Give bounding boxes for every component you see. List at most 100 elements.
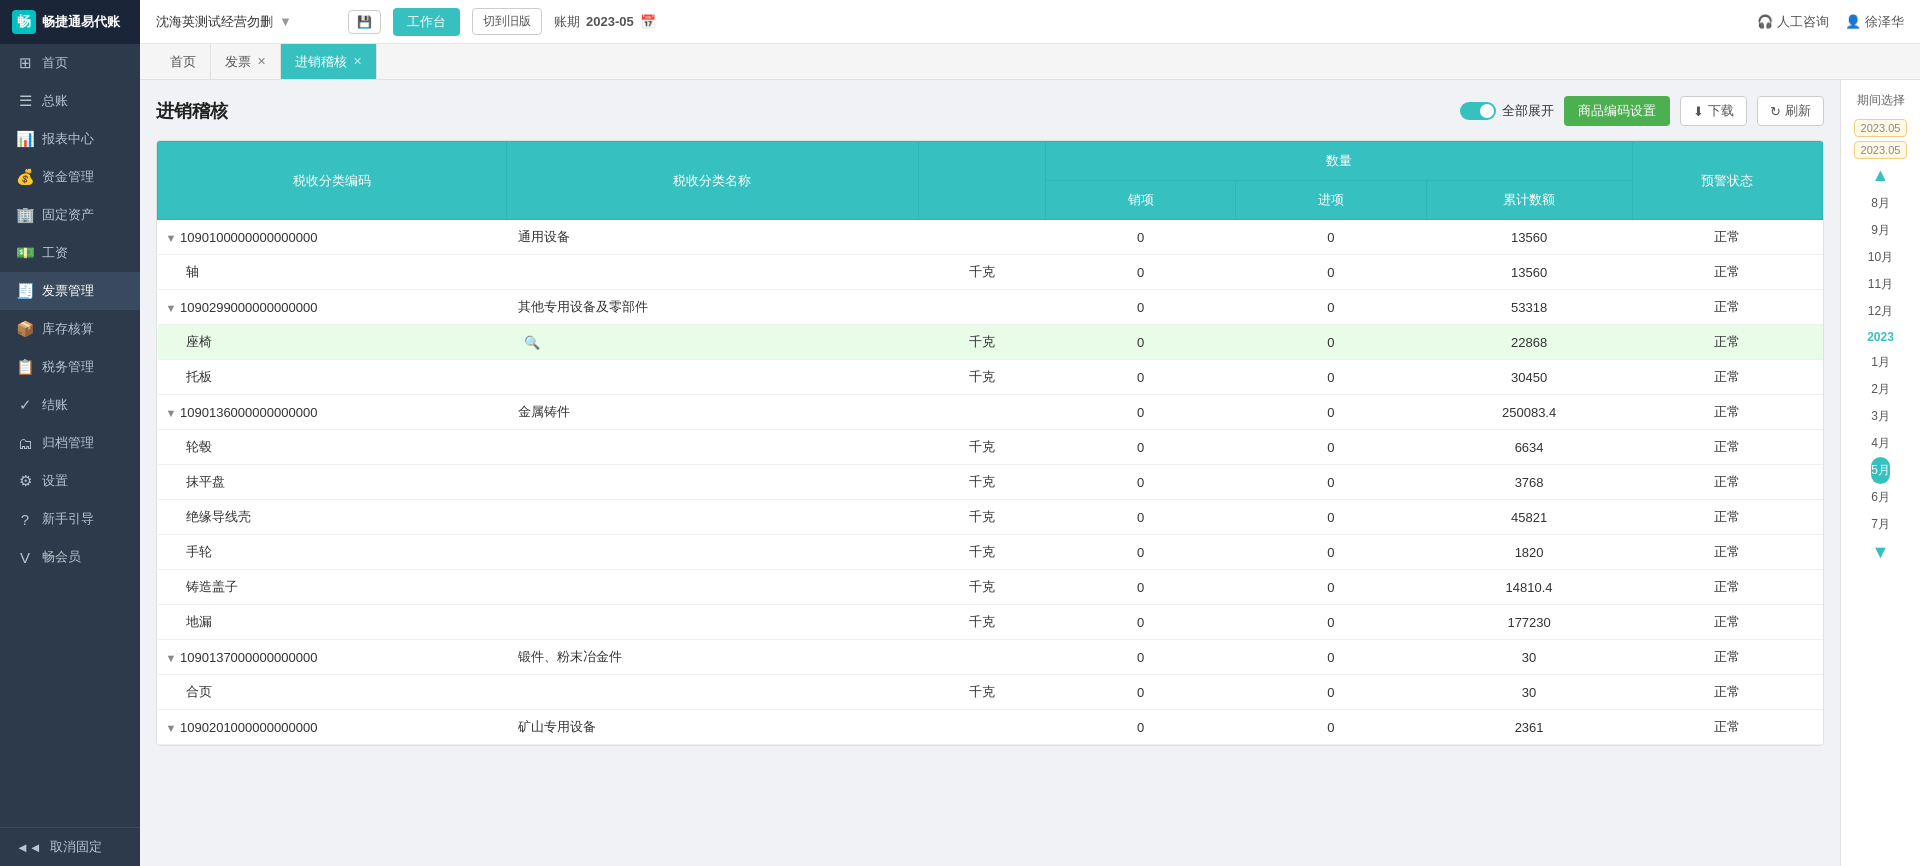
table-row[interactable]: 抹平盘 千克 0 0 3768 正常 xyxy=(158,465,1823,500)
refresh-button[interactable]: ↻ 刷新 xyxy=(1757,96,1824,126)
col-sales: 销项 xyxy=(1045,181,1235,220)
tab-reconcile-close[interactable]: ✕ xyxy=(353,55,362,68)
row-unit xyxy=(919,710,1046,745)
sidebar-item-stock[interactable]: 📦 库存核算 xyxy=(0,310,140,348)
tab-invoice-close[interactable]: ✕ xyxy=(257,55,266,68)
table-row[interactable]: 绝缘导线壳 千克 0 0 45821 正常 xyxy=(158,500,1823,535)
sidebar-item-home[interactable]: ⊞ 首页 xyxy=(0,44,140,82)
sidebar-item-ledger[interactable]: ☰ 总账 xyxy=(0,82,140,120)
sidebar-item-capital[interactable]: 💰 资金管理 xyxy=(0,158,140,196)
period-sidebar: 期间选择 2023.05 2023.05 ▲ 8月9月10月11月12月2023… xyxy=(1840,80,1920,866)
table-row[interactable]: 手轮 千克 0 0 1820 正常 xyxy=(158,535,1823,570)
sidebar-label-settle: 结账 xyxy=(42,396,68,414)
table-row[interactable]: 轴 千克 0 0 13560 正常 xyxy=(158,255,1823,290)
tab-invoice[interactable]: 发票 ✕ xyxy=(211,44,281,79)
row-unit: 千克 xyxy=(919,535,1046,570)
sidebar-label-tax: 税务管理 xyxy=(42,358,94,376)
table-row[interactable]: 托板 千克 0 0 30450 正常 xyxy=(158,360,1823,395)
sidebar: 畅 畅捷通易代账 ⊞ 首页 ☰ 总账 📊 报表中心 💰 资金管理 🏢 固定资产 … xyxy=(0,0,140,866)
sidebar-item-settle[interactable]: ✓ 结账 xyxy=(0,386,140,424)
period-selected-start[interactable]: 2023.05 xyxy=(1854,119,1908,137)
row-tax-name xyxy=(506,500,918,535)
logo-icon: 畅 xyxy=(12,10,36,34)
period-month-item[interactable]: 1月 xyxy=(1863,349,1898,376)
period-up-nav[interactable]: ▲ xyxy=(1868,161,1894,190)
sidebar-item-invoice[interactable]: 🧾 发票管理 xyxy=(0,272,140,310)
row-sales: 0 xyxy=(1045,465,1235,500)
period-display: 账期 2023-05 📅 xyxy=(554,13,656,31)
user-menu[interactable]: 👤 徐泽华 xyxy=(1845,13,1904,31)
unpin-label: 取消固定 xyxy=(50,838,102,856)
save-button[interactable]: 💾 xyxy=(348,10,381,34)
stock-icon: 📦 xyxy=(16,320,34,338)
period-month-item[interactable]: 5月 xyxy=(1871,457,1890,484)
sidebar-item-member[interactable]: V 畅会员 xyxy=(0,538,140,576)
period-month-item[interactable]: 12月 xyxy=(1863,298,1898,325)
tab-home[interactable]: 首页 xyxy=(156,44,211,79)
table-row[interactable]: ▼ 1090299000000000000 其他专用设备及零部件 0 0 533… xyxy=(158,290,1823,325)
table-row[interactable]: ▼ 1090137000000000000 锻件、粉末冶金件 0 0 30 正常 xyxy=(158,640,1823,675)
period-month-item[interactable]: 6月 xyxy=(1863,484,1898,511)
sidebar-label-ledger: 总账 xyxy=(42,92,68,110)
sidebar-unpin[interactable]: ◄◄ 取消固定 xyxy=(0,827,140,866)
company-selector[interactable]: 沈海英测试经营勿删 ▼ xyxy=(156,13,336,31)
row-name: 托板 xyxy=(158,360,507,395)
service-button[interactable]: 🎧 人工咨询 xyxy=(1757,13,1829,31)
expand-toggle[interactable] xyxy=(1460,102,1496,120)
product-code-button[interactable]: 商品编码设置 xyxy=(1564,96,1670,126)
sidebar-item-guide[interactable]: ? 新手引导 xyxy=(0,500,140,538)
period-selected-end[interactable]: 2023.05 xyxy=(1854,141,1908,159)
table-row[interactable]: ▼ 1090100000000000000 通用设备 0 0 13560 正常 xyxy=(158,220,1823,255)
row-total: 13560 xyxy=(1426,220,1632,255)
sidebar-label-invoice: 发票管理 xyxy=(42,282,94,300)
expand-toggle-wrapper: 全部展开 xyxy=(1460,102,1554,120)
period-value: 2023-05 xyxy=(586,14,634,29)
sidebar-item-report[interactable]: 📊 报表中心 xyxy=(0,120,140,158)
period-month-item[interactable]: 9月 xyxy=(1863,217,1898,244)
row-purchase: 0 xyxy=(1236,430,1426,465)
row-name: 轴 xyxy=(158,255,507,290)
table-row[interactable]: 轮毂 千克 0 0 6634 正常 xyxy=(158,430,1823,465)
row-status: 正常 xyxy=(1632,395,1822,430)
user-name: 徐泽华 xyxy=(1865,13,1904,31)
row-status: 正常 xyxy=(1632,430,1822,465)
period-month-item[interactable]: 7月 xyxy=(1863,511,1898,538)
table-row[interactable]: ▼ 1090136000000000000 金属铸件 0 0 250083.4 … xyxy=(158,395,1823,430)
period-month-item[interactable]: 11月 xyxy=(1863,271,1898,298)
table-row[interactable]: 合页 千克 0 0 30 正常 xyxy=(158,675,1823,710)
tab-reconcile-label: 进销稽核 xyxy=(295,53,347,71)
sidebar-item-archive[interactable]: 🗂 归档管理 xyxy=(0,424,140,462)
table-row[interactable]: 铸造盖子 千克 0 0 14810.4 正常 xyxy=(158,570,1823,605)
pin-icon: ◄◄ xyxy=(16,840,42,855)
sidebar-item-fixed[interactable]: 🏢 固定资产 xyxy=(0,196,140,234)
period-down-nav[interactable]: ▼ xyxy=(1868,538,1894,567)
tab-reconcile[interactable]: 进销稽核 ✕ xyxy=(281,44,377,79)
sidebar-item-settings[interactable]: ⚙ 设置 xyxy=(0,462,140,500)
period-month-item[interactable]: 4月 xyxy=(1863,430,1898,457)
download-button[interactable]: ⬇ 下载 xyxy=(1680,96,1747,126)
service-label: 人工咨询 xyxy=(1777,13,1829,31)
switch-old-button[interactable]: 切到旧版 xyxy=(472,8,542,35)
period-month-item[interactable]: 3月 xyxy=(1863,403,1898,430)
row-name: 座椅 xyxy=(158,325,507,360)
row-unit: 千克 xyxy=(919,430,1046,465)
table-row[interactable]: 地漏 千克 0 0 177230 正常 xyxy=(158,605,1823,640)
search-icon[interactable]: 🔍 xyxy=(524,335,540,350)
period-month-item[interactable]: 2月 xyxy=(1863,376,1898,403)
period-month-item[interactable]: 8月 xyxy=(1863,190,1898,217)
data-table-wrap: 税收分类编码 税收分类名称 数量 预警状态 销项 进项 累计数额 xyxy=(156,140,1824,746)
sidebar-item-tax[interactable]: 📋 税务管理 xyxy=(0,348,140,386)
period-month-item[interactable]: 10月 xyxy=(1863,244,1898,271)
row-sales: 0 xyxy=(1045,430,1235,465)
table-row[interactable]: ▼ 1090201000000000000 矿山专用设备 0 0 2361 正常 xyxy=(158,710,1823,745)
calendar-icon[interactable]: 📅 xyxy=(640,14,656,29)
table-row[interactable]: 座椅 🔍 千克 0 0 22868 正常 xyxy=(158,325,1823,360)
row-status: 正常 xyxy=(1632,710,1822,745)
row-purchase: 0 xyxy=(1236,535,1426,570)
period-month-item[interactable]: 2023 xyxy=(1863,325,1898,349)
sidebar-item-payroll[interactable]: 💵 工资 xyxy=(0,234,140,272)
sidebar-label-settings: 设置 xyxy=(42,472,68,490)
sidebar-label-archive: 归档管理 xyxy=(42,434,94,452)
workbench-button[interactable]: 工作台 xyxy=(393,8,460,36)
row-sales: 0 xyxy=(1045,570,1235,605)
